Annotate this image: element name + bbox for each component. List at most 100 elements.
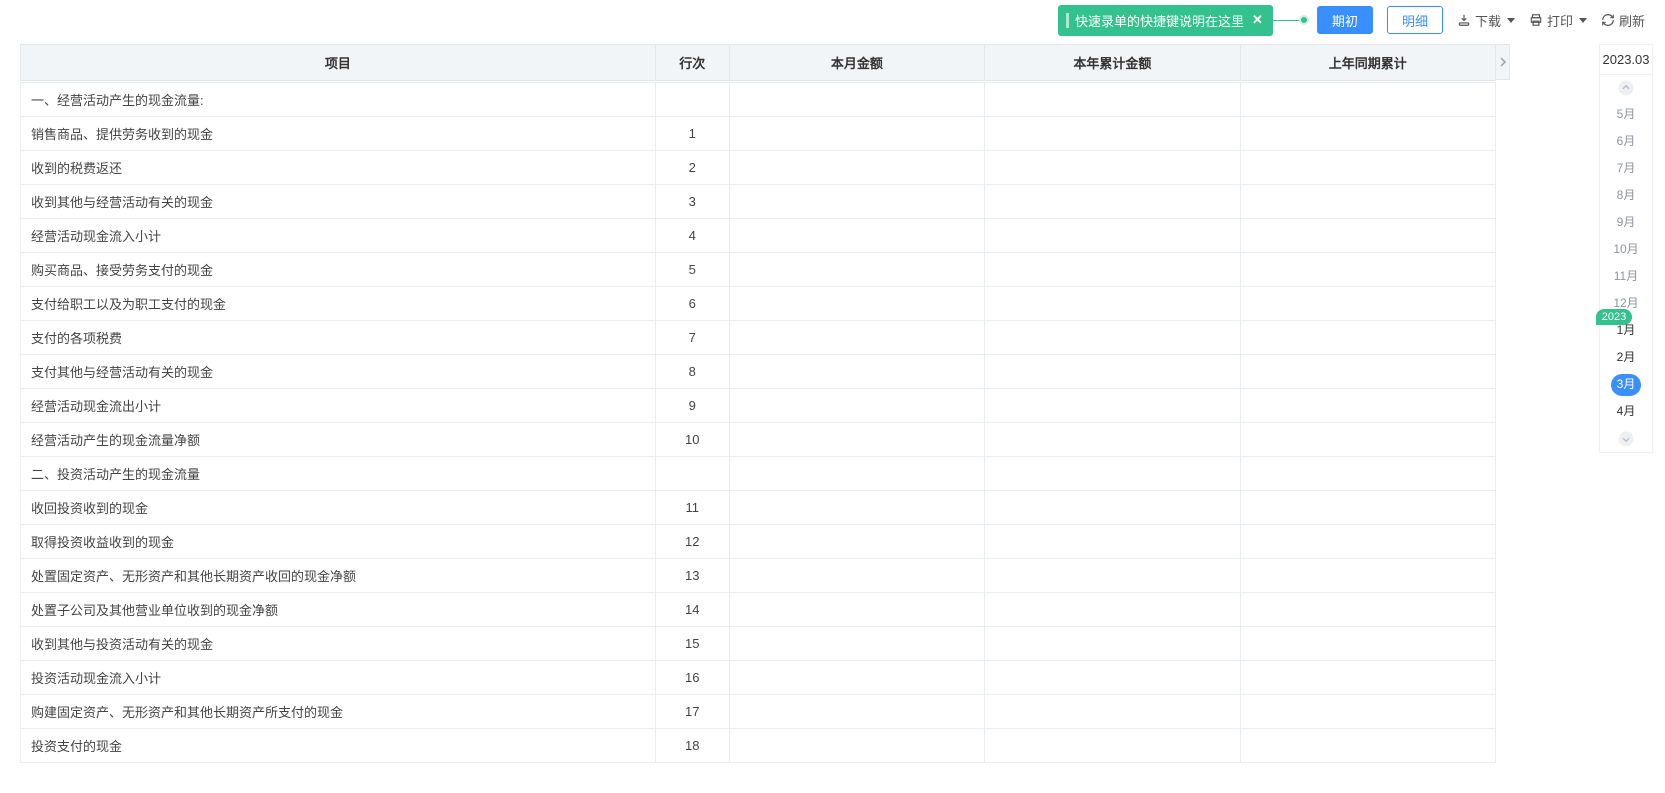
table-row[interactable]: 购买商品、接受劳务支付的现金5 [21,253,1496,287]
cell-amount-prev-year[interactable] [1240,457,1495,491]
table-row[interactable]: 收到的税费返还2 [21,151,1496,185]
cell-amount-prev-year[interactable] [1240,389,1495,423]
month-item[interactable]: 7月 [1600,155,1652,182]
cell-amount-year[interactable] [985,83,1240,117]
cell-amount-month[interactable] [729,525,984,559]
table-row[interactable]: 取得投资收益收到的现金12 [21,525,1496,559]
table-row[interactable]: 投资活动现金流入小计16 [21,661,1496,695]
period-up-button[interactable] [1600,75,1652,101]
cell-amount-prev-year[interactable] [1240,83,1495,117]
cell-amount-year[interactable] [985,729,1240,763]
table-row[interactable]: 一、经营活动产生的现金流量: [21,83,1496,117]
table-row[interactable]: 收到其他与经营活动有关的现金3 [21,185,1496,219]
cell-amount-year[interactable] [985,355,1240,389]
table-row[interactable]: 经营活动现金流入小计4 [21,219,1496,253]
cell-amount-prev-year[interactable] [1240,151,1495,185]
cell-amount-year[interactable] [985,219,1240,253]
cell-amount-month[interactable] [729,83,984,117]
cell-amount-month[interactable] [729,321,984,355]
cell-amount-year[interactable] [985,423,1240,457]
cell-amount-month[interactable] [729,355,984,389]
cell-amount-prev-year[interactable] [1240,525,1495,559]
cell-amount-year[interactable] [985,117,1240,151]
cell-amount-month[interactable] [729,661,984,695]
cell-amount-prev-year[interactable] [1240,253,1495,287]
cell-amount-month[interactable] [729,185,984,219]
cell-amount-prev-year[interactable] [1240,627,1495,661]
cell-amount-month[interactable] [729,287,984,321]
scroll-right-button[interactable] [1496,44,1510,80]
table-row[interactable]: 投资支付的现金18 [21,729,1496,763]
table-row[interactable]: 收到其他与投资活动有关的现金15 [21,627,1496,661]
cell-amount-month[interactable] [729,151,984,185]
cell-amount-prev-year[interactable] [1240,695,1495,729]
cell-amount-year[interactable] [985,151,1240,185]
cell-amount-prev-year[interactable] [1240,355,1495,389]
cell-amount-year[interactable] [985,525,1240,559]
cell-amount-prev-year[interactable] [1240,117,1495,151]
table-row[interactable]: 经营活动现金流出小计9 [21,389,1496,423]
print-dropdown[interactable]: 打印 [1529,11,1587,30]
month-item[interactable]: 9月 [1600,209,1652,236]
table-row[interactable]: 支付的各项税费7 [21,321,1496,355]
cell-amount-month[interactable] [729,491,984,525]
cell-amount-year[interactable] [985,661,1240,695]
month-item[interactable]: 6月 [1600,128,1652,155]
cell-amount-month[interactable] [729,559,984,593]
cell-amount-year[interactable] [985,457,1240,491]
cell-amount-prev-year[interactable] [1240,661,1495,695]
cell-amount-month[interactable] [729,253,984,287]
cell-amount-year[interactable] [985,287,1240,321]
month-item[interactable]: 10月 [1600,236,1652,263]
period-begin-button[interactable]: 期初 [1317,6,1373,34]
cell-amount-prev-year[interactable] [1240,729,1495,763]
cell-amount-prev-year[interactable] [1240,287,1495,321]
table-body-scroll[interactable]: 一、经营活动产生的现金流量:销售商品、提供劳务收到的现金1收到的税费返还2收到其… [20,82,1496,783]
cell-amount-year[interactable] [985,593,1240,627]
cell-amount-prev-year[interactable] [1240,185,1495,219]
cell-amount-year[interactable] [985,627,1240,661]
period-down-button[interactable] [1600,426,1652,452]
month-item[interactable]: 4月 [1600,398,1652,425]
table-row[interactable]: 收回投资收到的现金11 [21,491,1496,525]
refresh-button[interactable]: 刷新 [1601,11,1645,30]
download-dropdown[interactable]: 下载 [1457,11,1515,30]
table-row[interactable]: 二、投资活动产生的现金流量 [21,457,1496,491]
cell-amount-month[interactable] [729,117,984,151]
table-row[interactable]: 支付给职工以及为职工支付的现金6 [21,287,1496,321]
cell-amount-prev-year[interactable] [1240,321,1495,355]
cell-amount-year[interactable] [985,185,1240,219]
cell-amount-year[interactable] [985,559,1240,593]
table-row[interactable]: 支付其他与经营活动有关的现金8 [21,355,1496,389]
cell-amount-month[interactable] [729,593,984,627]
cell-amount-month[interactable] [729,695,984,729]
cell-amount-month[interactable] [729,423,984,457]
table-row[interactable]: 经营活动产生的现金流量净额10 [21,423,1496,457]
close-icon[interactable]: ✕ [1252,12,1263,28]
cell-amount-month[interactable] [729,389,984,423]
month-item[interactable]: 11月 [1600,263,1652,290]
month-item[interactable]: 5月 [1600,101,1652,128]
cell-amount-prev-year[interactable] [1240,593,1495,627]
cell-amount-month[interactable] [729,457,984,491]
cell-amount-prev-year[interactable] [1240,559,1495,593]
cell-amount-year[interactable] [985,253,1240,287]
cell-amount-month[interactable] [729,729,984,763]
cell-amount-prev-year[interactable] [1240,423,1495,457]
month-item[interactable]: 2月 [1600,344,1652,371]
detail-button[interactable]: 明细 [1387,6,1443,34]
table-row[interactable]: 购建固定资产、无形资产和其他长期资产所支付的现金17 [21,695,1496,729]
month-item[interactable]: 3月 [1600,371,1652,398]
cell-amount-year[interactable] [985,695,1240,729]
table-row[interactable]: 销售商品、提供劳务收到的现金1 [21,117,1496,151]
table-row[interactable]: 处置固定资产、无形资产和其他长期资产收回的现金净额13 [21,559,1496,593]
month-item[interactable]: 8月 [1600,182,1652,209]
cell-amount-year[interactable] [985,389,1240,423]
table-row[interactable]: 处置子公司及其他营业单位收到的现金净额14 [21,593,1496,627]
cell-amount-month[interactable] [729,219,984,253]
cell-amount-month[interactable] [729,627,984,661]
cell-amount-year[interactable] [985,491,1240,525]
cell-amount-year[interactable] [985,321,1240,355]
cell-amount-prev-year[interactable] [1240,219,1495,253]
cell-amount-prev-year[interactable] [1240,491,1495,525]
